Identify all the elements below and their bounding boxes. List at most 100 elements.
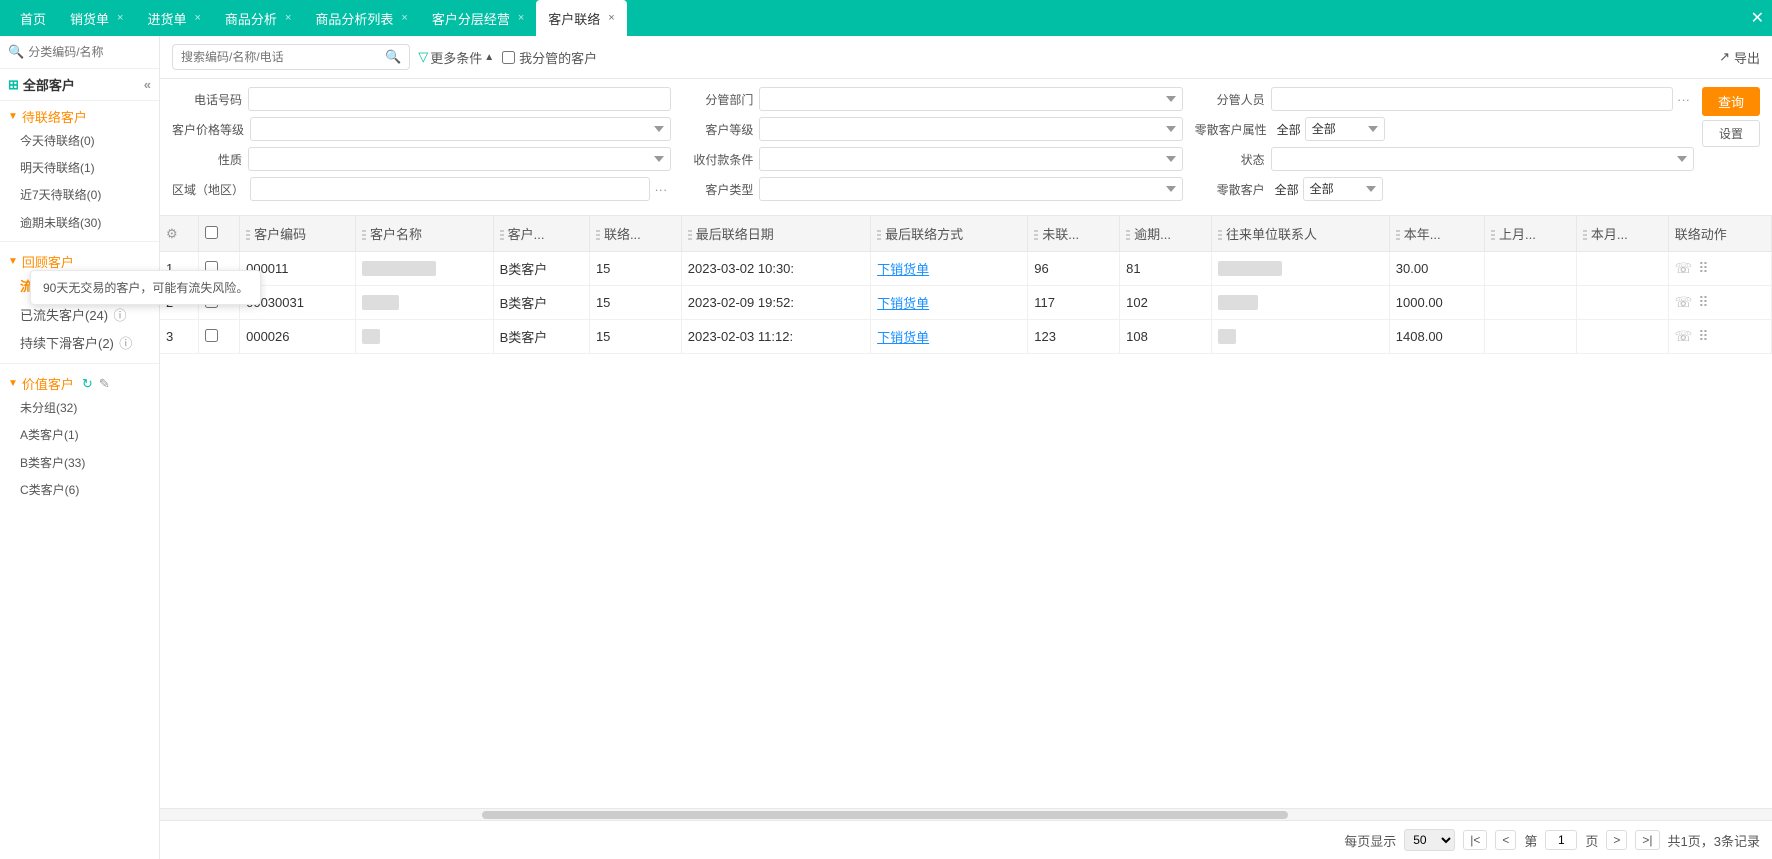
filter-retail-select[interactable]: 全部 bbox=[1303, 177, 1383, 201]
blurred-person: ██ bbox=[1218, 329, 1236, 344]
contact-action-icon[interactable]: ☏ bbox=[1675, 328, 1693, 345]
close-tab-customer-tier[interactable]: × bbox=[518, 12, 524, 24]
per-page-select[interactable]: 50 100 200 bbox=[1404, 829, 1455, 851]
last-method-link[interactable]: 下销货单 bbox=[877, 262, 929, 277]
sidebar-item-7days[interactable]: 近7天待联络(0) bbox=[0, 182, 159, 209]
sidebar-item-today[interactable]: 今天待联络(0) bbox=[0, 128, 159, 155]
col-gear[interactable]: ⚙ bbox=[160, 216, 198, 252]
row-type: B类客户 bbox=[493, 252, 589, 286]
sidebar-group-review[interactable]: ▼ 回顾客户 bbox=[0, 246, 159, 273]
search-btn-icon[interactable]: 🔍 bbox=[385, 49, 401, 65]
filter-region-input[interactable] bbox=[250, 177, 650, 201]
col-drag-overdue bbox=[1126, 230, 1130, 242]
sidebar-item-overdue[interactable]: 逾期未联络(30) bbox=[0, 210, 159, 237]
sidebar-item-ungrouped[interactable]: 未分组(32) bbox=[0, 395, 159, 422]
more-action-icon[interactable]: ⠿ bbox=[1698, 328, 1708, 345]
row-last-method[interactable]: 下销货单 bbox=[871, 320, 1028, 354]
page-input[interactable] bbox=[1545, 830, 1577, 850]
nav-tab-purchase[interactable]: 进货单 × bbox=[135, 0, 212, 36]
nav-tab-analysis[interactable]: 商品分析 × bbox=[213, 0, 303, 36]
col-drag-code bbox=[246, 230, 250, 242]
filter-retail-label: 零散客户 bbox=[1195, 181, 1265, 198]
nav-home[interactable]: 首页 bbox=[8, 0, 58, 36]
refresh-value-icon[interactable]: ↻ bbox=[82, 376, 93, 392]
last-page-btn[interactable]: >| bbox=[1635, 830, 1659, 850]
next-page-btn[interactable]: > bbox=[1606, 830, 1627, 850]
my-customers-checkbox[interactable] bbox=[502, 51, 515, 64]
row-checkbox-cell[interactable] bbox=[198, 320, 239, 354]
filter-phone-input[interactable] bbox=[248, 87, 671, 111]
filter-person-dots[interactable]: ··· bbox=[1673, 92, 1694, 107]
edit-value-icon[interactable]: ✎ bbox=[99, 376, 110, 392]
sidebar-group-pending[interactable]: ▼ 待联络客户 bbox=[0, 101, 159, 128]
filter-customer-level-label: 客户等级 bbox=[683, 121, 753, 138]
row-overdue: 102 bbox=[1120, 286, 1212, 320]
close-tab-customer-contact[interactable]: × bbox=[608, 12, 614, 24]
sidebar-item-a-class[interactable]: A类客户(1) bbox=[0, 422, 159, 449]
col-checkbox[interactable] bbox=[198, 216, 239, 252]
filter-more-btn[interactable]: ▽ 更多条件 ▲ bbox=[418, 48, 494, 67]
filter-dept-select[interactable] bbox=[759, 87, 1182, 111]
contact-action-icon[interactable]: ☏ bbox=[1675, 294, 1693, 311]
filter-person-input[interactable] bbox=[1271, 87, 1673, 111]
scrollbar-thumb[interactable] bbox=[482, 811, 1288, 819]
last-method-link[interactable]: 下销货单 bbox=[877, 330, 929, 345]
more-action-icon[interactable]: ⠿ bbox=[1698, 294, 1708, 311]
nav-tab-analysis-list[interactable]: 商品分析列表 × bbox=[303, 0, 419, 36]
select-all-checkbox[interactable] bbox=[205, 226, 218, 239]
last-method-link[interactable]: 下销货单 bbox=[877, 296, 929, 311]
horizontal-scrollbar[interactable] bbox=[160, 808, 1772, 820]
sidebar: 🔍 ⊞ 全部客户 « ▼ 待联络客户 今天待联络(0) 明天待联络(1) 近7天… bbox=[0, 36, 160, 859]
close-tab-purchase[interactable]: × bbox=[194, 12, 200, 24]
main-layout: 🔍 ⊞ 全部客户 « ▼ 待联络客户 今天待联络(0) 明天待联络(1) 近7天… bbox=[0, 36, 1772, 859]
sidebar-item-b-class[interactable]: B类客户(33) bbox=[0, 450, 159, 477]
filter-customer-type: 客户类型 bbox=[683, 177, 1182, 201]
sidebar-item-churned[interactable]: 已流失客户(24) ⓘ bbox=[0, 302, 159, 331]
row-overdue: 81 bbox=[1120, 252, 1212, 286]
gear-icon[interactable]: ⚙ bbox=[166, 226, 178, 241]
blurred-name: ██ bbox=[362, 329, 380, 344]
sidebar-collapse-btn[interactable]: « bbox=[144, 77, 151, 92]
contact-action-icon[interactable]: ☏ bbox=[1675, 260, 1693, 277]
query-button[interactable]: 查询 bbox=[1702, 87, 1760, 116]
filter-nature-select[interactable] bbox=[248, 147, 671, 171]
sidebar-group-value[interactable]: ▼ 价值客户 ↻ ✎ bbox=[0, 368, 159, 395]
search-input[interactable] bbox=[181, 50, 381, 64]
sidebar-divider-2 bbox=[0, 363, 159, 364]
sidebar-item-declining[interactable]: 持续下滑客户(2) ⓘ bbox=[0, 330, 159, 359]
filter-customer-level-select[interactable] bbox=[759, 117, 1182, 141]
sidebar-all-customers[interactable]: ⊞ 全部客户 « bbox=[0, 69, 159, 101]
filter-region-dots[interactable]: ··· bbox=[650, 182, 671, 197]
filter-row-1: 电话号码 分管部门 分管人员 ··· bbox=[172, 87, 1694, 111]
close-tab-analysis[interactable]: × bbox=[285, 12, 291, 24]
window-close-button[interactable]: ✕ bbox=[1751, 8, 1764, 28]
nav-tab-customer-tier[interactable]: 客户分层经营 × bbox=[420, 0, 536, 36]
row-last-method[interactable]: 下销货单 bbox=[871, 252, 1028, 286]
export-icon: ↗ bbox=[1719, 49, 1730, 65]
close-tab-sales[interactable]: × bbox=[117, 12, 123, 24]
export-btn[interactable]: ↗ 导出 bbox=[1719, 48, 1760, 67]
sidebar-item-c-class[interactable]: C类客户(6) bbox=[0, 477, 159, 504]
more-action-icon[interactable]: ⠿ bbox=[1698, 260, 1708, 277]
filter-retail-attr-select[interactable]: 全部 bbox=[1305, 117, 1385, 141]
filter-price-level-select[interactable] bbox=[250, 117, 671, 141]
close-tab-analysis-list[interactable]: × bbox=[401, 12, 407, 24]
row-checkbox[interactable] bbox=[205, 329, 218, 342]
sidebar-search-input[interactable] bbox=[28, 45, 160, 59]
my-customers-checkbox-label[interactable]: 我分管的客户 bbox=[502, 48, 597, 67]
sidebar-item-tomorrow[interactable]: 明天待联络(1) bbox=[0, 155, 159, 182]
filter-dept: 分管部门 bbox=[683, 87, 1182, 111]
filter-customer-type-select[interactable] bbox=[759, 177, 1182, 201]
filter-status-select[interactable] bbox=[1271, 147, 1694, 171]
row-last-method[interactable]: 下销货单 bbox=[871, 286, 1028, 320]
first-page-btn[interactable]: |< bbox=[1463, 830, 1487, 850]
col-drag-type bbox=[500, 230, 504, 242]
settings-button[interactable]: 设置 bbox=[1702, 120, 1760, 147]
filter-row-2: 客户价格等级 客户等级 零散客户属性 全部 全部 bbox=[172, 117, 1694, 141]
nav-tab-sales[interactable]: 销货单 × bbox=[58, 0, 135, 36]
filter-payment-select[interactable] bbox=[759, 147, 1182, 171]
prev-page-btn[interactable]: < bbox=[1495, 830, 1516, 850]
row-contact-person: ██ bbox=[1211, 320, 1389, 354]
col-actions: 联络动作 bbox=[1668, 216, 1771, 252]
nav-tab-customer-contact[interactable]: 客户联络 × bbox=[536, 0, 626, 36]
